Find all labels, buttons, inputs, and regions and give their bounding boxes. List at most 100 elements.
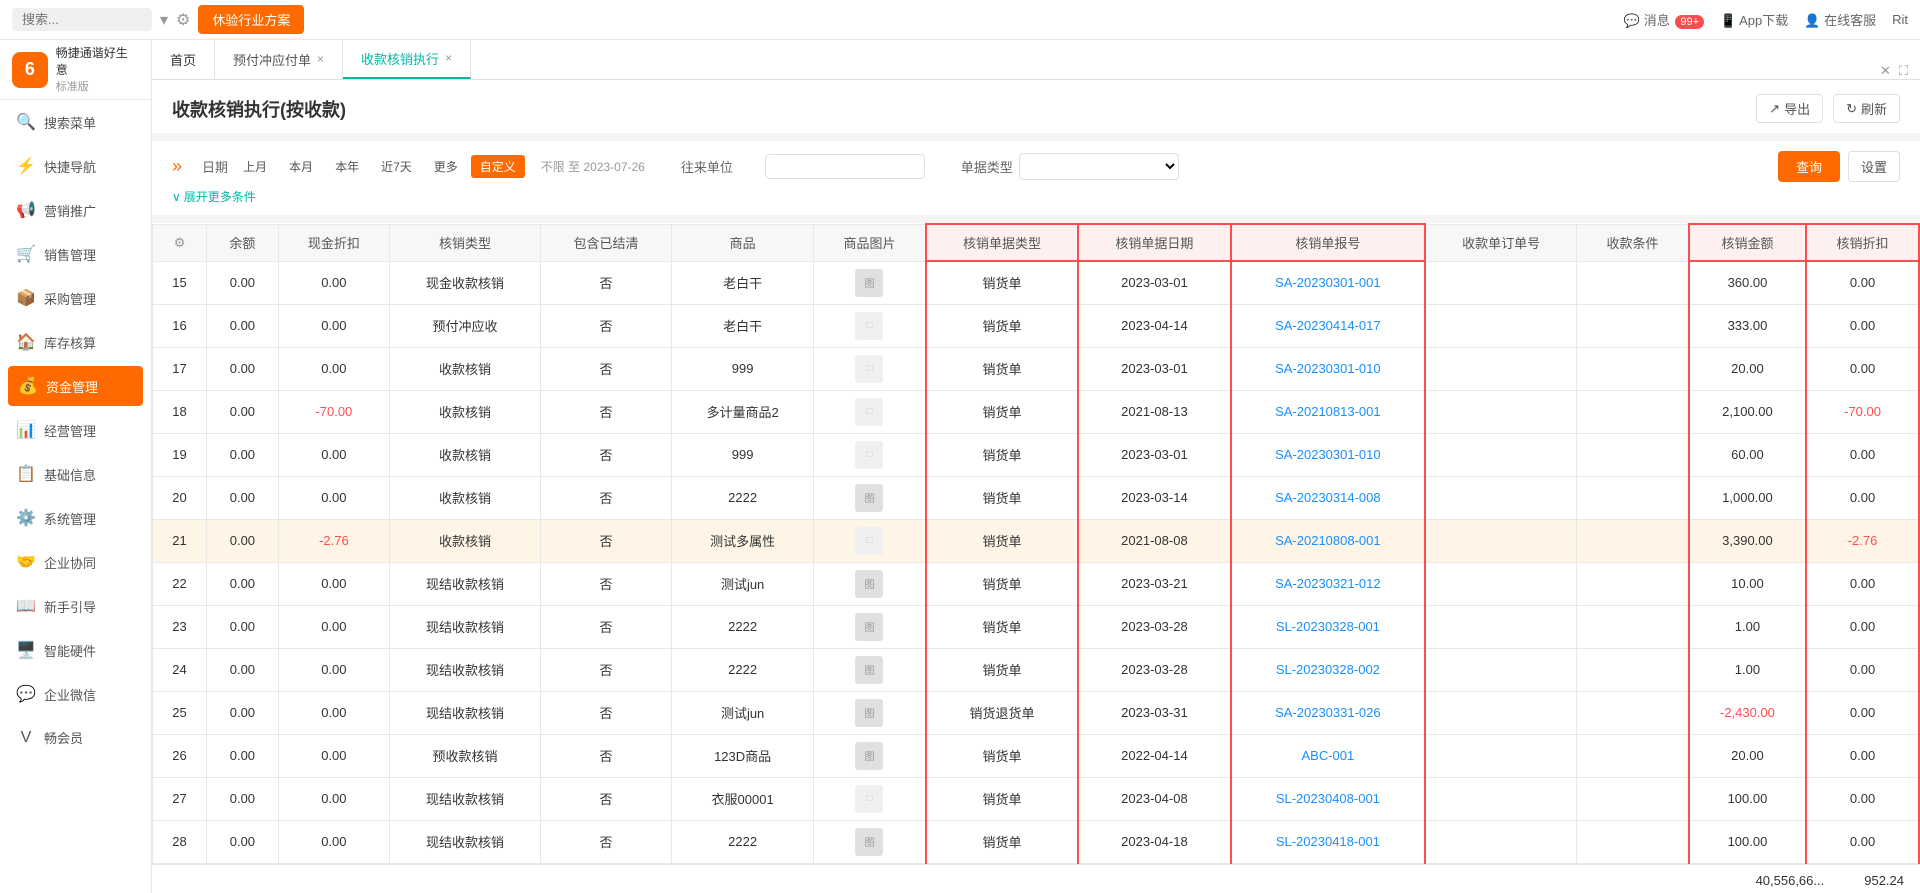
table-cell-cancel-bill-no[interactable]: SA-20230301-010 (1231, 433, 1425, 476)
date-btn-7days[interactable]: 近7天 (372, 155, 421, 178)
bill-no-link[interactable]: SA-20230414-017 (1275, 318, 1381, 333)
date-btn-this-month[interactable]: 本月 (280, 155, 322, 178)
online-service-link[interactable]: 👤 在线客服 (1804, 10, 1876, 29)
table-cell-product-img: □ (814, 304, 926, 347)
table-cell-cancel-bill-no[interactable]: SL-20230408-001 (1231, 777, 1425, 820)
date-btn-last-month[interactable]: 上月 (234, 155, 276, 178)
table-cell-product: 多计量商品2 (672, 390, 814, 433)
table-cell-balance: 0.00 (207, 605, 279, 648)
close-tab-cancel-exec[interactable]: × (445, 51, 452, 65)
sidebar-item-wechat[interactable]: 💬 企业微信 (0, 672, 151, 716)
sidebar-item-marketing[interactable]: 📢 营销推广 (0, 188, 151, 232)
table-cell-cancel-type: 预付冲应收 (390, 304, 541, 347)
table-cell-cancel-type: 现结收款核销 (390, 691, 541, 734)
sidebar-item-system[interactable]: ⚙️ 系统管理 (0, 496, 151, 540)
expand-conditions-btn[interactable]: ∨ 展开更多条件 (172, 188, 1900, 205)
table-cell-receipt-condition (1577, 648, 1689, 691)
bill-no-link[interactable]: SA-20210808-001 (1275, 533, 1381, 548)
bill-no-link[interactable]: SA-20230331-026 (1275, 705, 1381, 720)
bill-no-link[interactable]: SA-20230314-008 (1275, 490, 1381, 505)
refresh-button[interactable]: ↻ 刷新 (1833, 94, 1900, 123)
bill-no-link[interactable]: SA-20210813-001 (1275, 404, 1381, 419)
sidebar-item-finance[interactable]: 💰 资金管理 (8, 366, 143, 406)
table-cell-cancel-type: 预收款核销 (390, 734, 541, 777)
tab-prepay[interactable]: 预付冲应付单 × (215, 40, 343, 79)
table-cell-receipt-condition (1577, 734, 1689, 777)
table-cell-seq: 15 (153, 261, 207, 304)
export-button[interactable]: ↗ 导出 (1756, 94, 1823, 123)
close-all-icon[interactable]: ✕ (1880, 63, 1891, 79)
book-icon: 📖 (16, 596, 36, 616)
clipboard-icon: 📋 (16, 464, 36, 484)
logo-icon: 6 (12, 52, 48, 88)
bill-no-link[interactable]: SL-20230328-002 (1276, 662, 1380, 677)
close-tab-prepay[interactable]: × (317, 52, 324, 66)
table-cell-cancel-bill-type: 销货单 (926, 390, 1078, 433)
sidebar-item-purchase[interactable]: 📦 采购管理 (0, 276, 151, 320)
table-cell-cancel-bill-no[interactable]: SA-20230301-010 (1231, 347, 1425, 390)
chevron-down-icon[interactable]: ▾ (160, 10, 168, 30)
bill-no-link[interactable]: SA-20230321-012 (1275, 576, 1381, 591)
gear-setting-icon[interactable]: ⚙ (174, 235, 186, 250)
col-header-gear[interactable]: ⚙ (153, 224, 207, 261)
industry-btn[interactable]: 休验行业方案 (198, 5, 304, 34)
bill-no-link[interactable]: SA-20230301-010 (1275, 361, 1381, 376)
user-name[interactable]: Rit (1892, 12, 1908, 27)
table-cell-cancel-type: 收款核销 (390, 347, 541, 390)
search-input[interactable] (12, 8, 152, 31)
bill-no-link[interactable]: ABC-001 (1301, 748, 1354, 763)
table-cell-cancel-bill-no[interactable]: SL-20230328-002 (1231, 648, 1425, 691)
sidebar-item-shortcuts[interactable]: ⚡ 快捷导航 (0, 144, 151, 188)
sidebar-item-inventory[interactable]: 🏠 库存核算 (0, 320, 151, 364)
table-cell-cancel-bill-no[interactable]: SA-20230321-012 (1231, 562, 1425, 605)
setting-button[interactable]: 设置 (1848, 151, 1900, 182)
table-cell-receipt-condition (1577, 562, 1689, 605)
table-cell-cancel-bill-no[interactable]: ABC-001 (1231, 734, 1425, 777)
query-button[interactable]: 查询 (1778, 151, 1840, 182)
messages-link[interactable]: 💬 消息 99+ (1624, 10, 1704, 29)
app-download-link[interactable]: 📱 App下载 (1720, 10, 1788, 29)
cart-icon: 🛒 (16, 244, 36, 264)
table-cell-product-img: 图 (814, 605, 926, 648)
table-cell-cancel-bill-no[interactable]: SA-20210808-001 (1231, 519, 1425, 562)
sidebar-item-operations[interactable]: 📊 经营管理 (0, 408, 151, 452)
bill-no-link[interactable]: SL-20230328-001 (1276, 619, 1380, 634)
date-btn-custom[interactable]: 自定义 (471, 155, 525, 178)
bill-type-select[interactable] (1019, 153, 1179, 180)
table-cell-cancel-bill-no[interactable]: SL-20230328-001 (1231, 605, 1425, 648)
table-cell-cancel-bill-no[interactable]: SA-20210813-001 (1231, 390, 1425, 433)
date-btn-this-year[interactable]: 本年 (326, 155, 368, 178)
bill-no-link[interactable]: SA-20230301-010 (1275, 447, 1381, 462)
sidebar-item-search[interactable]: 🔍 搜索菜单 (0, 100, 151, 144)
table-cell-product: 衣服00001 (672, 777, 814, 820)
filter-bar: » 日期 上月 本月 本年 近7天 更多 自定义 不限 至 202 (152, 141, 1920, 215)
table-cell-cancel-bill-no[interactable]: SL-20230418-001 (1231, 820, 1425, 863)
table-cell-receipt-order-no (1425, 347, 1577, 390)
table-cell-cancel-bill-no[interactable]: SA-20230301-001 (1231, 261, 1425, 304)
from-unit-input[interactable] (765, 154, 925, 179)
table-cell-cancel-bill-no[interactable]: SA-20230314-008 (1231, 476, 1425, 519)
table-cell-cancel-type: 现结收款核销 (390, 820, 541, 863)
table-cell-cancel-discount: 0.00 (1806, 734, 1919, 777)
table-cell-cancel-bill-no[interactable]: SA-20230414-017 (1231, 304, 1425, 347)
table-cell-cancel-bill-no[interactable]: SA-20230331-026 (1231, 691, 1425, 734)
tab-cancel-exec[interactable]: 收款核销执行 × (343, 40, 471, 79)
table-cell-seq: 24 (153, 648, 207, 691)
bill-no-link[interactable]: SA-20230301-001 (1275, 275, 1381, 290)
sidebar-item-sales[interactable]: 🛒 销售管理 (0, 232, 151, 276)
date-btn-more[interactable]: 更多 (425, 155, 467, 178)
maximize-icon[interactable]: ⛶ (1899, 63, 1908, 79)
gear-icon[interactable]: ⚙ (176, 10, 190, 30)
table-cell-balance: 0.00 (207, 390, 279, 433)
sidebar-item-guide[interactable]: 📖 新手引导 (0, 584, 151, 628)
filter-expand-arrow[interactable]: » (172, 156, 182, 177)
bill-no-link[interactable]: SL-20230408-001 (1276, 791, 1380, 806)
settings-icon: ⚙️ (16, 508, 36, 528)
sidebar-item-hardware[interactable]: 🖥️ 智能硬件 (0, 628, 151, 672)
bill-no-link[interactable]: SL-20230418-001 (1276, 834, 1380, 849)
table-cell-receipt-order-no (1425, 562, 1577, 605)
sidebar-item-enterprise[interactable]: 🤝 企业协同 (0, 540, 151, 584)
sidebar-item-member[interactable]: V 畅会员 (0, 716, 151, 759)
sidebar-item-basics[interactable]: 📋 基础信息 (0, 452, 151, 496)
tab-home[interactable]: 首页 (152, 40, 215, 79)
